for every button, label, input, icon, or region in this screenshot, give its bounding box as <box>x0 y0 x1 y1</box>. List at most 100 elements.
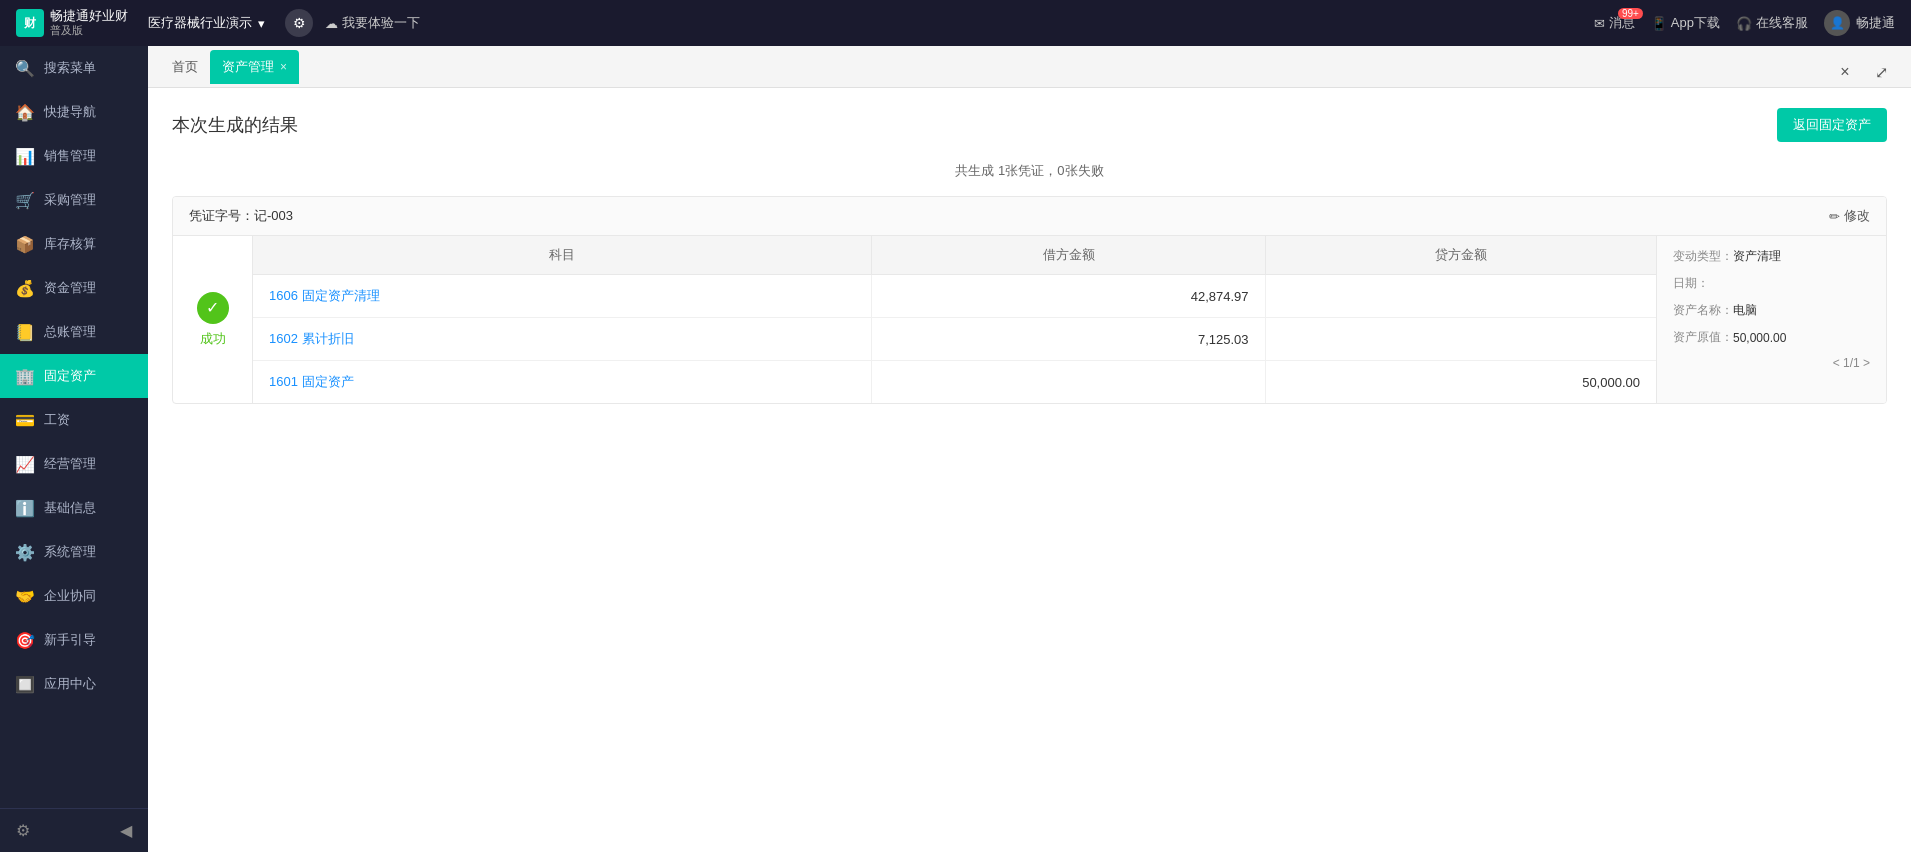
sidebar-item-finance[interactable]: 💰 资金管理 <box>0 266 148 310</box>
sidebar-item-basic-info[interactable]: ℹ️ 基础信息 <box>0 486 148 530</box>
quick-nav-icon: 🏠 <box>16 103 34 121</box>
col-debit: 借方金额 <box>872 236 1265 275</box>
subject-cell: 1606 固定资产清理 <box>253 275 872 318</box>
asset-name-label: 资产名称： <box>1673 302 1733 319</box>
avatar: 👤 <box>1824 10 1850 36</box>
sidebar-bottom: ⚙ ◀ <box>0 808 148 852</box>
inventory-icon: 📦 <box>16 235 34 253</box>
salary-label: 工资 <box>44 411 70 429</box>
fixed-assets-label: 固定资产 <box>44 367 96 385</box>
voucher-table-wrapper: ✓ 成功 科目 借方金额 贷方金额 <box>173 236 1656 403</box>
sidebar-item-ledger[interactable]: 📒 总账管理 <box>0 310 148 354</box>
sidebar-item-sales[interactable]: 📊 销售管理 <box>0 134 148 178</box>
edit-label: 修改 <box>1844 207 1870 225</box>
purchase-label: 采购管理 <box>44 191 96 209</box>
header-left: 财 畅捷通好业财 普及版 医疗器械行业演示 ▾ ⚙ ☁ 我要体验一下 <box>16 8 420 39</box>
fixed-assets-icon: 🏢 <box>16 367 34 385</box>
top-header: 财 畅捷通好业财 普及版 医疗器械行业演示 ▾ ⚙ ☁ 我要体验一下 ✉ 消息 … <box>0 0 1911 46</box>
basic-info-icon: ℹ️ <box>16 499 34 517</box>
change-type-label: 变动类型： <box>1673 248 1733 265</box>
chevron-down-icon: ▾ <box>258 16 265 31</box>
subject-cell: 1602 累计折旧 <box>253 318 872 361</box>
sidebar-item-search[interactable]: 🔍 搜索菜单 <box>0 46 148 90</box>
online-service-label: 在线客服 <box>1756 14 1808 32</box>
experience-button[interactable]: ☁ 我要体验一下 <box>325 14 420 32</box>
success-text: 成功 <box>200 330 226 348</box>
tab-home[interactable]: 首页 <box>164 50 206 84</box>
sidebar-item-app-center[interactable]: 🔲 应用中心 <box>0 662 148 706</box>
brand-name: 畅捷通好业财 <box>50 8 128 24</box>
brand-logo: 财 畅捷通好业财 普及版 <box>16 8 128 39</box>
page-header: 本次生成的结果 返回固定资产 <box>172 108 1887 142</box>
user-info[interactable]: 👤 畅捷通 <box>1824 10 1895 36</box>
home-tab-label: 首页 <box>172 58 198 76</box>
basic-info-label: 基础信息 <box>44 499 96 517</box>
salary-icon: 💳 <box>16 411 34 429</box>
brand-info: 畅捷通好业财 普及版 <box>50 8 128 39</box>
sidebar-item-guide[interactable]: 🎯 新手引导 <box>0 618 148 662</box>
result-summary: 共生成 1张凭证，0张失败 <box>172 162 1887 180</box>
enterprise-icon: 🤝 <box>16 587 34 605</box>
back-to-fixed-assets-button[interactable]: 返回固定资产 <box>1777 108 1887 142</box>
sidebar-item-fixed-assets[interactable]: 🏢 固定资产 <box>0 354 148 398</box>
guide-icon: 🎯 <box>16 631 34 649</box>
app-download-button[interactable]: 📱 App下载 <box>1651 14 1720 32</box>
tab-close-icon[interactable]: × <box>280 60 287 74</box>
system-icon: ⚙️ <box>16 543 34 561</box>
app-center-icon: 🔲 <box>16 675 34 693</box>
credit-cell <box>1265 318 1656 361</box>
table-row: 1602 累计折旧 7,125.03 <box>253 318 1656 361</box>
sales-icon: 📊 <box>16 147 34 165</box>
voucher-section: 凭证字号：记-003 ✏ 修改 ✓ 成功 <box>172 196 1887 404</box>
company-name: 医疗器械行业演示 <box>148 14 252 32</box>
message-button[interactable]: ✉ 消息 99+ <box>1594 14 1635 32</box>
finance-icon: 💰 <box>16 279 34 297</box>
change-type-value: 资产清理 <box>1733 248 1781 265</box>
avatar-icon: 👤 <box>1830 16 1845 30</box>
pagination[interactable]: < 1/1 > <box>1673 356 1870 370</box>
settings-bottom-icon[interactable]: ⚙ <box>16 821 30 840</box>
download-icon: 📱 <box>1651 16 1667 31</box>
sidebar-nav: 🔍 搜索菜单 🏠 快捷导航 📊 销售管理 🛒 采购管理 📦 库存核算 💰 资金管… <box>0 46 148 706</box>
brand-edition: 普及版 <box>50 23 128 38</box>
settings-button[interactable]: ⚙ <box>285 9 313 37</box>
tab-asset-management[interactable]: 资产管理 × <box>210 50 299 84</box>
company-selector[interactable]: 医疗器械行业演示 ▾ <box>140 10 273 36</box>
subject-cell: 1601 固定资产 <box>253 361 872 404</box>
cloud-icon: ☁ <box>325 16 338 31</box>
app-center-label: 应用中心 <box>44 675 96 693</box>
sidebar-item-enterprise[interactable]: 🤝 企业协同 <box>0 574 148 618</box>
sidebar: 🔍 搜索菜单 🏠 快捷导航 📊 销售管理 🛒 采购管理 📦 库存核算 💰 资金管… <box>0 46 148 852</box>
voucher-table: 科目 借方金额 贷方金额 1606 固定资产清理 42,874.97 1602 … <box>253 236 1656 403</box>
side-info-panel: 变动类型： 资产清理 日期： 资产名称： 电脑 资产原值： <box>1656 236 1886 403</box>
sidebar-item-quick-nav[interactable]: 🏠 快捷导航 <box>0 90 148 134</box>
sidebar-item-inventory[interactable]: 📦 库存核算 <box>0 222 148 266</box>
credit-cell: 50,000.00 <box>1265 361 1656 404</box>
sidebar-item-purchase[interactable]: 🛒 采购管理 <box>0 178 148 222</box>
edit-icon: ✏ <box>1829 209 1840 224</box>
sidebar-item-operations[interactable]: 📈 经营管理 <box>0 442 148 486</box>
success-icon: ✓ <box>197 292 229 324</box>
sidebar-item-system[interactable]: ⚙️ 系统管理 <box>0 530 148 574</box>
success-column: ✓ 成功 <box>173 236 253 403</box>
search-icon: 🔍 <box>16 59 34 77</box>
edit-voucher-button[interactable]: ✏ 修改 <box>1829 207 1870 225</box>
table-row: 1601 固定资产 50,000.00 <box>253 361 1656 404</box>
header-right: ✉ 消息 99+ 📱 App下载 🎧 在线客服 👤 畅捷通 <box>1594 10 1895 36</box>
asset-value-label: 资产原值： <box>1673 329 1733 346</box>
system-label: 系统管理 <box>44 543 96 561</box>
change-type-row: 变动类型： 资产清理 <box>1673 248 1870 265</box>
asset-value-row: 资产原值： 50,000.00 <box>1673 329 1870 346</box>
date-row: 日期： <box>1673 275 1870 292</box>
active-tab-label: 资产管理 <box>222 58 274 76</box>
debit-cell: 42,874.97 <box>872 275 1265 318</box>
quick-nav-label: 快捷导航 <box>44 103 96 121</box>
guide-label: 新手引导 <box>44 631 96 649</box>
collapse-sidebar-button[interactable]: ◀ <box>120 821 132 840</box>
voucher-number: 凭证字号：记-003 <box>189 207 293 225</box>
page-title: 本次生成的结果 <box>172 113 298 137</box>
online-service-button[interactable]: 🎧 在线客服 <box>1736 14 1808 32</box>
result-summary-text: 共生成 1张凭证，0张失败 <box>955 163 1103 178</box>
voucher-table-area: 科目 借方金额 贷方金额 1606 固定资产清理 42,874.97 1602 … <box>253 236 1656 403</box>
sidebar-item-salary[interactable]: 💳 工资 <box>0 398 148 442</box>
